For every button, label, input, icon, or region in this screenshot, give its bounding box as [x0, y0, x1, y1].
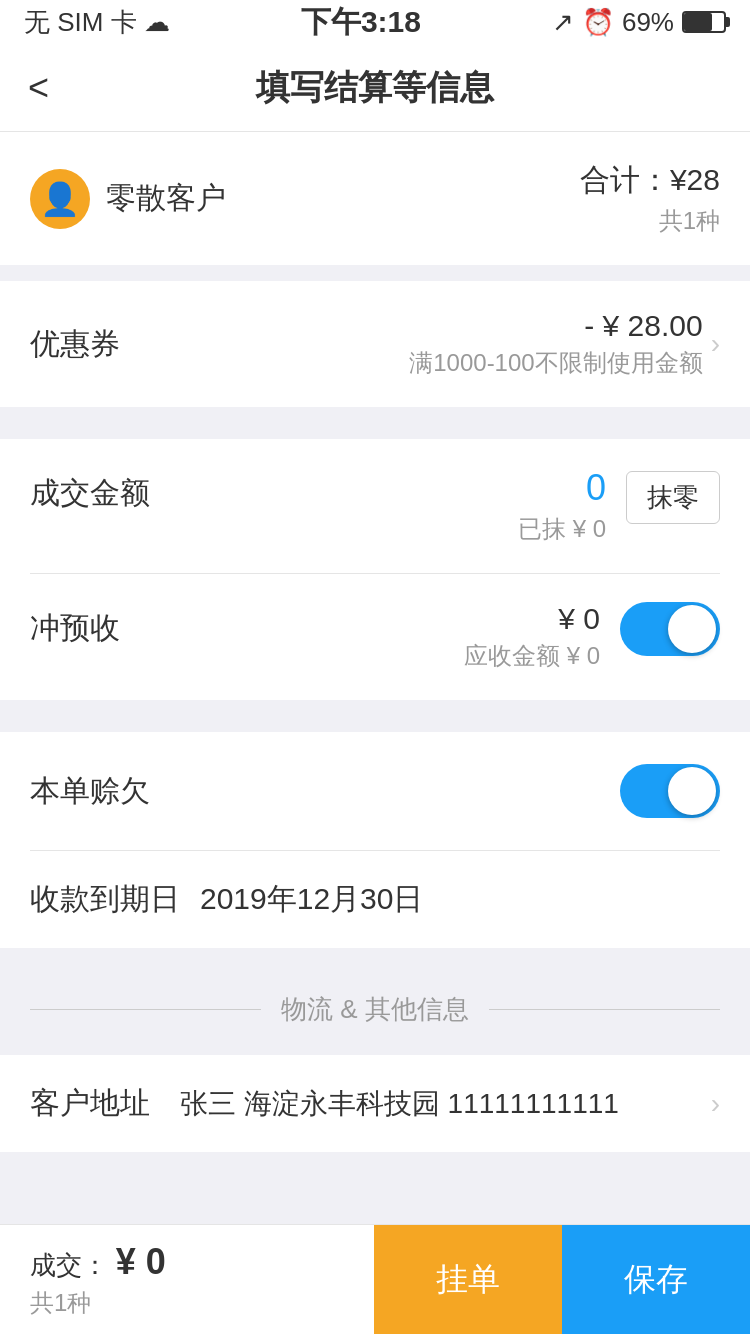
- credit-row: 本单赊欠: [0, 732, 750, 850]
- deal-amount-label: 成交金额: [30, 467, 150, 514]
- deal-amount-sub: 已抹 ¥ 0: [518, 513, 606, 545]
- page-title: 填写结算等信息: [256, 65, 494, 111]
- status-bar: 无 SIM 卡 ☁ 下午3:18 ↗ ⏰ 69%: [0, 0, 750, 44]
- battery-icon: [682, 11, 726, 33]
- save-button[interactable]: 保存: [562, 1225, 750, 1334]
- coupon-info: - ¥ 28.00 满1000-100不限制使用金额: [409, 309, 702, 379]
- coupon-amount: - ¥ 28.00: [409, 309, 702, 343]
- customer-left: 👤 零散客户: [30, 169, 226, 229]
- total-amount: 合计：¥28: [580, 160, 720, 201]
- battery-percent: 69%: [622, 7, 674, 38]
- status-right: ↗ ⏰ 69%: [552, 7, 726, 38]
- credit-toggle-knob: [668, 767, 716, 815]
- bottom-deal-line: 成交： ¥ 0: [30, 1241, 344, 1283]
- due-date-label: 收款到期日: [30, 879, 180, 920]
- deal-amount-right: 0 已抹 ¥ 0 抹零: [518, 467, 720, 545]
- deal-amount-row: 成交金额 0 已抹 ¥ 0 抹零: [0, 439, 750, 573]
- prepay-values: ¥ 0 应收金额 ¥ 0: [464, 602, 600, 672]
- bottom-bar: 成交： ¥ 0 共1种 挂单 保存: [0, 1224, 750, 1334]
- address-value: 张三 海淀永丰科技园 11111111111: [180, 1085, 711, 1123]
- prepay-sub: 应收金额 ¥ 0: [464, 640, 600, 672]
- hold-button-label: 挂单: [436, 1258, 500, 1302]
- customer-row: 👤 零散客户 合计：¥28 共1种: [0, 132, 750, 265]
- address-label: 客户地址: [30, 1083, 150, 1124]
- bottom-summary: 成交： ¥ 0 共1种: [0, 1225, 374, 1334]
- deal-amount-card: 成交金额 0 已抹 ¥ 0 抹零 冲预收 ¥ 0 应收金额 ¥ 0: [0, 439, 750, 700]
- round-zero-button[interactable]: 抹零: [626, 471, 720, 524]
- nav-bar: < 填写结算等信息: [0, 44, 750, 132]
- prepay-row: 冲预收 ¥ 0 应收金额 ¥ 0: [0, 574, 750, 700]
- deal-amount-value[interactable]: 0: [518, 467, 606, 509]
- credit-label: 本单赊欠: [30, 771, 150, 812]
- logistics-line-left: [30, 1009, 261, 1010]
- bottom-count: 共1种: [30, 1287, 344, 1319]
- coupon-desc: 满1000-100不限制使用金额: [409, 347, 702, 379]
- logistics-line-right: [489, 1009, 720, 1010]
- due-date-value[interactable]: 2019年12月30日: [200, 879, 423, 920]
- toggle-knob: [668, 605, 716, 653]
- credit-toggle[interactable]: [620, 764, 720, 818]
- location-icon: ↗: [552, 7, 574, 38]
- logistics-header: 物流 & 其他信息: [0, 964, 750, 1055]
- status-time: 下午3:18: [301, 2, 421, 43]
- status-left: 无 SIM 卡 ☁: [24, 5, 170, 40]
- deal-amount-value-block: 0 已抹 ¥ 0: [518, 467, 606, 545]
- section-divider-1: [0, 423, 750, 439]
- customer-avatar: 👤: [30, 169, 90, 229]
- coupon-row[interactable]: 优惠券 - ¥ 28.00 满1000-100不限制使用金额 ›: [0, 281, 750, 407]
- coupon-card: 优惠券 - ¥ 28.00 满1000-100不限制使用金额 ›: [0, 281, 750, 407]
- no-sim-label: 无 SIM 卡 ☁: [24, 5, 170, 40]
- hold-button[interactable]: 挂单: [374, 1225, 562, 1334]
- address-row[interactable]: 客户地址 张三 海淀永丰科技园 11111111111 ›: [0, 1055, 750, 1152]
- customer-card: 👤 零散客户 合计：¥28 共1种: [0, 132, 750, 265]
- coupon-right: - ¥ 28.00 满1000-100不限制使用金额 ›: [409, 309, 720, 379]
- address-card: 客户地址 张三 海淀永丰科技园 11111111111 ›: [0, 1055, 750, 1152]
- content-area: 👤 零散客户 合计：¥28 共1种 优惠券 - ¥ 28.00 满1000-10…: [0, 132, 750, 1278]
- total-count: 共1种: [580, 205, 720, 237]
- prepay-toggle[interactable]: [620, 602, 720, 656]
- credit-card: 本单赊欠 收款到期日 2019年12月30日: [0, 732, 750, 948]
- back-button[interactable]: <: [28, 67, 49, 109]
- customer-right: 合计：¥28 共1种: [580, 160, 720, 237]
- prepay-label: 冲预收: [30, 602, 120, 649]
- address-chevron-icon: ›: [711, 1088, 720, 1120]
- bottom-deal-label: 成交：: [30, 1250, 108, 1280]
- logistics-label: 物流 & 其他信息: [281, 992, 469, 1027]
- prepay-amount: ¥ 0: [464, 602, 600, 636]
- coupon-label: 优惠券: [30, 324, 120, 365]
- avatar-icon: 👤: [40, 180, 80, 218]
- coupon-chevron-icon: ›: [711, 328, 720, 360]
- due-date-row: 收款到期日 2019年12月30日: [0, 851, 750, 948]
- save-button-label: 保存: [624, 1258, 688, 1302]
- section-divider-2: [0, 716, 750, 732]
- prepay-right: ¥ 0 应收金额 ¥ 0: [464, 602, 720, 672]
- customer-name: 零散客户: [106, 178, 226, 219]
- bottom-deal-amount: ¥ 0: [116, 1241, 166, 1282]
- alarm-icon: ⏰: [582, 7, 614, 38]
